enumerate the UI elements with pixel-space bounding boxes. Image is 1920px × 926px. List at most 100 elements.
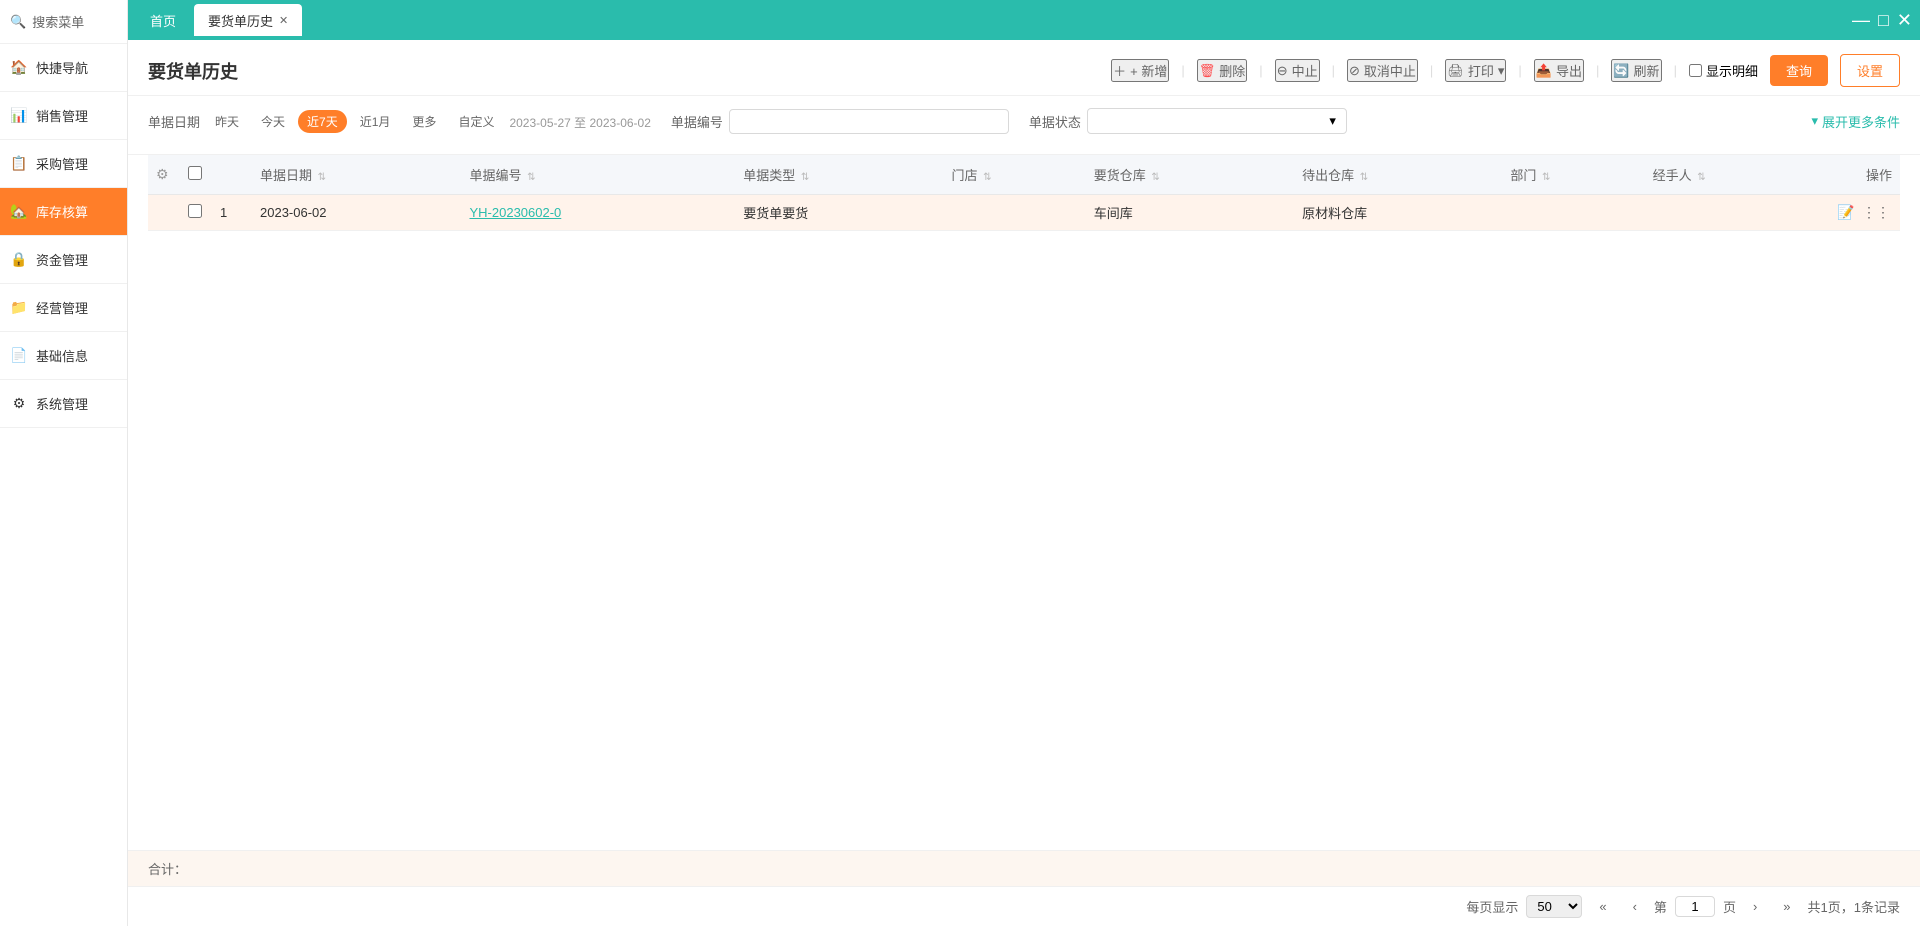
filter-area: 单据日期 昨天 今天 近7天 近1月 更多 自定义 2023-05-27 至 2… <box>128 96 1920 155</box>
date-btn-last1month[interactable]: 近1月 <box>351 110 400 133</box>
show-detail-toggle[interactable]: 显示明细 <box>1689 61 1758 80</box>
cell-handler <box>1645 195 1820 231</box>
sidebar-search[interactable]: 🔍 搜索菜单 <box>0 0 127 44</box>
page-header: 要货单历史 ＋ + 新增 | 🗑 删除 | ⊖ 中止 | ⊘ <box>128 40 1920 96</box>
cell-department <box>1502 195 1644 231</box>
date-btn-more[interactable]: 更多 <box>403 110 445 133</box>
next-page-btn[interactable]: › <box>1744 896 1766 917</box>
table-row: 1 2023-06-02 YH-20230602-0 要货单要货 <box>148 195 1900 231</box>
cancel-suspend-button[interactable]: ⊘ 取消中止 <box>1347 59 1418 82</box>
th-doc-type[interactable]: 单据类型 ⇅ <box>735 155 943 195</box>
select-all-checkbox[interactable] <box>188 166 202 180</box>
last-page-btn[interactable]: » <box>1774 896 1799 917</box>
filter-row-1: 单据日期 昨天 今天 近7天 近1月 更多 自定义 2023-05-27 至 2… <box>148 108 1900 134</box>
lock-icon: 🔒 <box>10 251 28 269</box>
th-doc-no[interactable]: 单据编号 ⇅ <box>461 155 735 195</box>
query-button[interactable]: 查询 <box>1770 55 1828 86</box>
page-title: 要货单历史 <box>148 58 238 84</box>
cell-store <box>944 195 1086 231</box>
sidebar-item-base-info[interactable]: 📄 基础信息 <box>0 332 127 380</box>
tab-home[interactable]: 首页 <box>136 4 190 36</box>
sidebar-item-label: 资金管理 <box>36 250 88 269</box>
refresh-button[interactable]: 🔄 刷新 <box>1611 59 1661 82</box>
per-page-select[interactable]: 50 10 20 100 <box>1526 895 1582 918</box>
show-detail-checkbox[interactable] <box>1689 64 1702 77</box>
gear-icon: ⚙ <box>10 395 28 413</box>
tab-bar-controls: — □ ✕ <box>1852 10 1912 31</box>
th-checkbox <box>180 155 212 195</box>
doc-no-link[interactable]: YH-20230602-0 <box>469 205 561 220</box>
th-doc-date[interactable]: 单据日期 ⇅ <box>252 155 461 195</box>
sidebar: 🔍 搜索菜单 🏠 快捷导航 📊 销售管理 📋 采购管理 🏡 库存核算 🔒 资金管… <box>0 0 128 926</box>
window-minimize-icon[interactable]: — <box>1852 10 1870 31</box>
prev-page-btn[interactable]: ‹ <box>1624 896 1646 917</box>
th-pending-warehouse[interactable]: 待出仓库 ⇅ <box>1294 155 1502 195</box>
tab-close-icon[interactable]: ✕ <box>279 14 288 27</box>
th-handler[interactable]: 经手人 ⇅ <box>1645 155 1820 195</box>
docno-input[interactable] <box>729 109 1009 134</box>
th-department[interactable]: 部门 ⇅ <box>1502 155 1644 195</box>
window-close-icon[interactable]: ✕ <box>1897 10 1912 31</box>
delete-icon: 🗑 <box>1199 63 1216 79</box>
sidebar-item-operations[interactable]: 📁 经营管理 <box>0 284 127 332</box>
sidebar-item-system[interactable]: ⚙ 系统管理 <box>0 380 127 428</box>
cell-checkbox <box>180 195 212 231</box>
docno-filter-group: 单据编号 <box>671 109 1009 134</box>
date-range-text: 2023-05-27 至 2023-06-02 <box>509 114 650 131</box>
first-page-btn[interactable]: « <box>1590 896 1615 917</box>
date-btn-yesterday[interactable]: 昨天 <box>206 110 248 133</box>
pagination: 每页显示 50 10 20 100 « ‹ 第 页 › » 共1页，1条记录 <box>128 886 1920 926</box>
print-icon: 🖨 <box>1447 63 1464 79</box>
th-req-warehouse[interactable]: 要货仓库 ⇅ <box>1086 155 1294 195</box>
tab-home-label: 首页 <box>150 11 176 30</box>
tab-bar: 首页 要货单历史 ✕ — □ ✕ <box>128 0 1920 40</box>
sidebar-item-label: 采购管理 <box>36 154 88 173</box>
sidebar-item-purchase[interactable]: 📋 采购管理 <box>0 140 127 188</box>
print-button[interactable]: 🖨 打印 ▾ <box>1445 59 1506 82</box>
main-area: 首页 要货单历史 ✕ — □ ✕ 要货单历史 ＋ + 新增 | 🗑 删除 <box>128 0 1920 926</box>
more-op-btn[interactable]: ⋮⋮ <box>1862 204 1890 220</box>
search-icon: 🔍 <box>10 14 26 30</box>
delete-button[interactable]: 🗑 删除 <box>1197 59 1248 82</box>
sidebar-item-label: 系统管理 <box>36 394 88 413</box>
date-btn-today[interactable]: 今天 <box>252 110 294 133</box>
sidebar-item-label: 经营管理 <box>36 298 88 317</box>
date-filter-group: 单据日期 昨天 今天 近7天 近1月 更多 自定义 2023-05-27 至 2… <box>148 110 651 133</box>
edit-op-btn[interactable]: 📝 <box>1837 204 1854 220</box>
sidebar-search-label: 搜索菜单 <box>32 12 84 31</box>
footer-total-label: 合计： <box>148 859 187 878</box>
row-checkbox[interactable] <box>188 204 202 218</box>
table-settings-icon[interactable]: ⚙ <box>156 166 169 182</box>
sidebar-item-sales[interactable]: 📊 销售管理 <box>0 92 127 140</box>
sidebar-item-inventory[interactable]: 🏡 库存核算 <box>0 188 127 236</box>
toolbar: ＋ + 新增 | 🗑 删除 | ⊖ 中止 | ⊘ 取消中止 | <box>1111 54 1900 87</box>
date-btn-last7[interactable]: 近7天 <box>298 110 347 133</box>
folder-icon: 📁 <box>10 299 28 317</box>
th-store[interactable]: 门店 ⇅ <box>944 155 1086 195</box>
page-content: 要货单历史 ＋ + 新增 | 🗑 删除 | ⊖ 中止 | ⊘ <box>128 40 1920 926</box>
th-settings: ⚙ <box>148 155 180 195</box>
sidebar-item-finance[interactable]: 🔒 资金管理 <box>0 236 127 284</box>
new-button[interactable]: ＋ + 新增 <box>1111 59 1169 82</box>
suspend-button[interactable]: ⊖ 中止 <box>1275 59 1320 82</box>
status-select[interactable]: ▾ <box>1087 108 1347 134</box>
sidebar-item-label: 基础信息 <box>36 346 88 365</box>
docno-filter-label: 单据编号 <box>671 112 723 131</box>
sidebar-item-quick-nav[interactable]: 🏠 快捷导航 <box>0 44 127 92</box>
inventory-icon: 🏡 <box>10 203 28 221</box>
sidebar-item-label: 销售管理 <box>36 106 88 125</box>
settings-button[interactable]: 设置 <box>1840 54 1900 87</box>
page-input[interactable] <box>1675 896 1715 917</box>
window-maximize-icon[interactable]: □ <box>1878 10 1889 31</box>
status-filter-label: 单据状态 <box>1029 112 1081 131</box>
export-button[interactable]: 📤 导出 <box>1534 59 1584 82</box>
cell-doc-date: 2023-06-02 <box>252 195 461 231</box>
expand-more-btn[interactable]: ▾ 展开更多条件 <box>1811 112 1900 131</box>
doc-icon: 📄 <box>10 347 28 365</box>
page-label: 第 <box>1654 897 1667 916</box>
tab-requisition-history[interactable]: 要货单历史 ✕ <box>194 4 302 36</box>
cell-pending-warehouse: 原材料仓库 <box>1294 195 1502 231</box>
home-icon: 🏠 <box>10 59 28 77</box>
date-btn-custom[interactable]: 自定义 <box>449 110 503 133</box>
chart-icon: 📊 <box>10 107 28 125</box>
